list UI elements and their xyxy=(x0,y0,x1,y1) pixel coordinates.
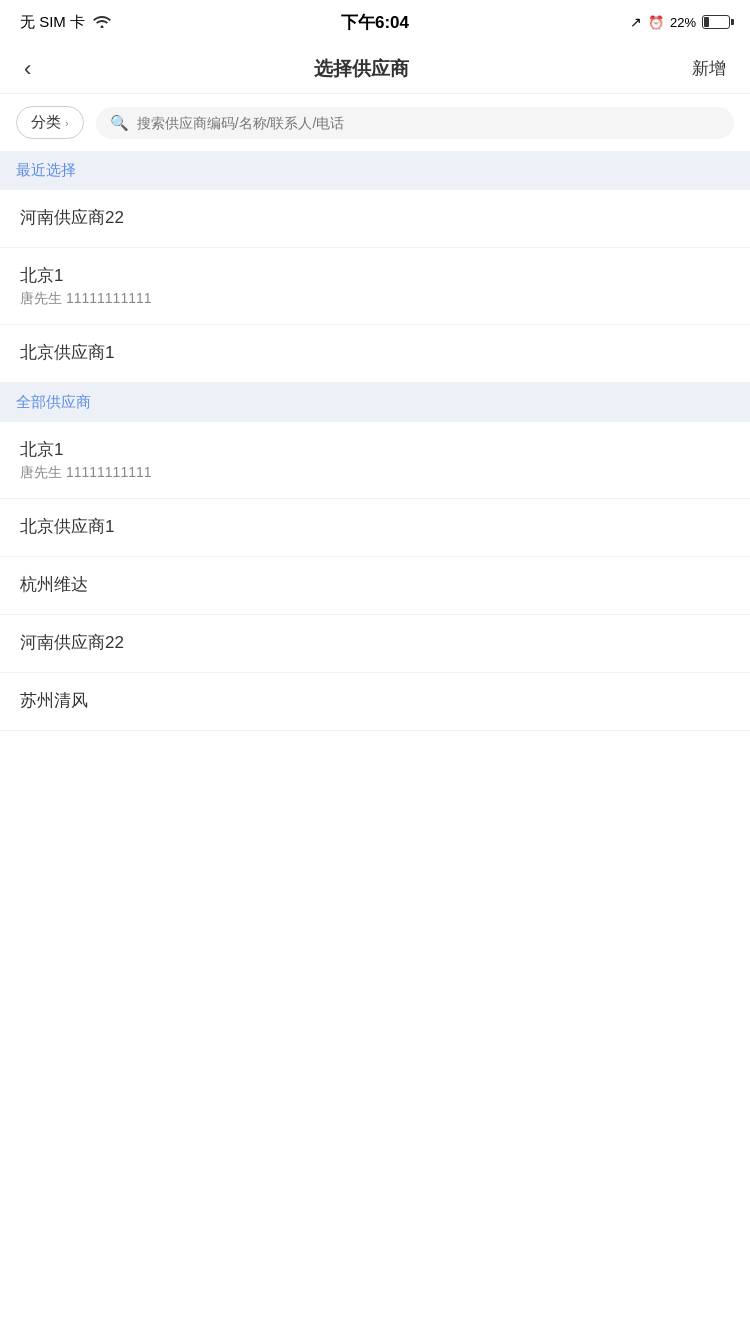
status-right: ↗ ⏰ 22% xyxy=(630,14,730,30)
list-item[interactable]: 北京供应商1 xyxy=(0,325,750,383)
status-bar: 无 SIM 卡 下午6:04 ↗ ⏰ 22% xyxy=(0,0,750,44)
item-name: 北京供应商1 xyxy=(20,515,730,538)
item-name: 北京1 xyxy=(20,264,730,287)
nav-bar: ‹ 选择供应商 新增 xyxy=(0,44,750,94)
category-button[interactable]: 分类 › xyxy=(16,106,84,139)
alarm-icon: ⏰ xyxy=(648,15,664,30)
page-title: 选择供应商 xyxy=(314,56,409,82)
search-input[interactable] xyxy=(137,115,720,131)
status-time: 下午6:04 xyxy=(341,11,409,34)
all-section-header: 全部供应商 xyxy=(0,383,750,422)
item-name: 苏州清风 xyxy=(20,689,730,712)
list-item[interactable]: 北京1 唐先生 11111111111 xyxy=(0,248,750,325)
list-item[interactable]: 北京1 唐先生 11111111111 xyxy=(0,422,750,499)
battery-percent: 22% xyxy=(670,15,696,30)
battery-fill xyxy=(704,17,709,27)
search-icon: 🔍 xyxy=(110,114,129,132)
item-name: 杭州维达 xyxy=(20,573,730,596)
filter-bar: 分类 › 🔍 xyxy=(0,94,750,151)
chevron-right-icon: › xyxy=(65,117,69,129)
list-item[interactable]: 河南供应商22 xyxy=(0,615,750,673)
item-name: 河南供应商22 xyxy=(20,631,730,654)
item-name: 河南供应商22 xyxy=(20,206,730,229)
location-icon: ↗ xyxy=(630,14,642,30)
item-detail: 唐先生 11111111111 xyxy=(20,464,730,482)
list-item[interactable]: 苏州清风 xyxy=(0,673,750,731)
recent-items-list: 河南供应商22 北京1 唐先生 11111111111 北京供应商1 xyxy=(0,190,750,383)
wifi-icon xyxy=(93,14,111,31)
status-left: 无 SIM 卡 xyxy=(20,13,111,32)
search-bar: 🔍 xyxy=(96,107,734,139)
recent-section-title: 最近选择 xyxy=(16,161,76,178)
back-button[interactable]: ‹ xyxy=(16,48,39,90)
list-item[interactable]: 杭州维达 xyxy=(0,557,750,615)
battery-indicator xyxy=(702,15,730,29)
list-item[interactable]: 河南供应商22 xyxy=(0,190,750,248)
item-name: 北京供应商1 xyxy=(20,341,730,364)
add-button[interactable]: 新增 xyxy=(684,49,734,88)
category-label: 分类 xyxy=(31,113,61,132)
carrier-text: 无 SIM 卡 xyxy=(20,13,85,32)
item-detail: 唐先生 11111111111 xyxy=(20,290,730,308)
item-name: 北京1 xyxy=(20,438,730,461)
all-section-title: 全部供应商 xyxy=(16,393,91,410)
list-item[interactable]: 北京供应商1 xyxy=(0,499,750,557)
recent-section-header: 最近选择 xyxy=(0,151,750,190)
all-items-list: 北京1 唐先生 11111111111 北京供应商1 杭州维达河南供应商22 苏州清风 xyxy=(0,422,750,731)
